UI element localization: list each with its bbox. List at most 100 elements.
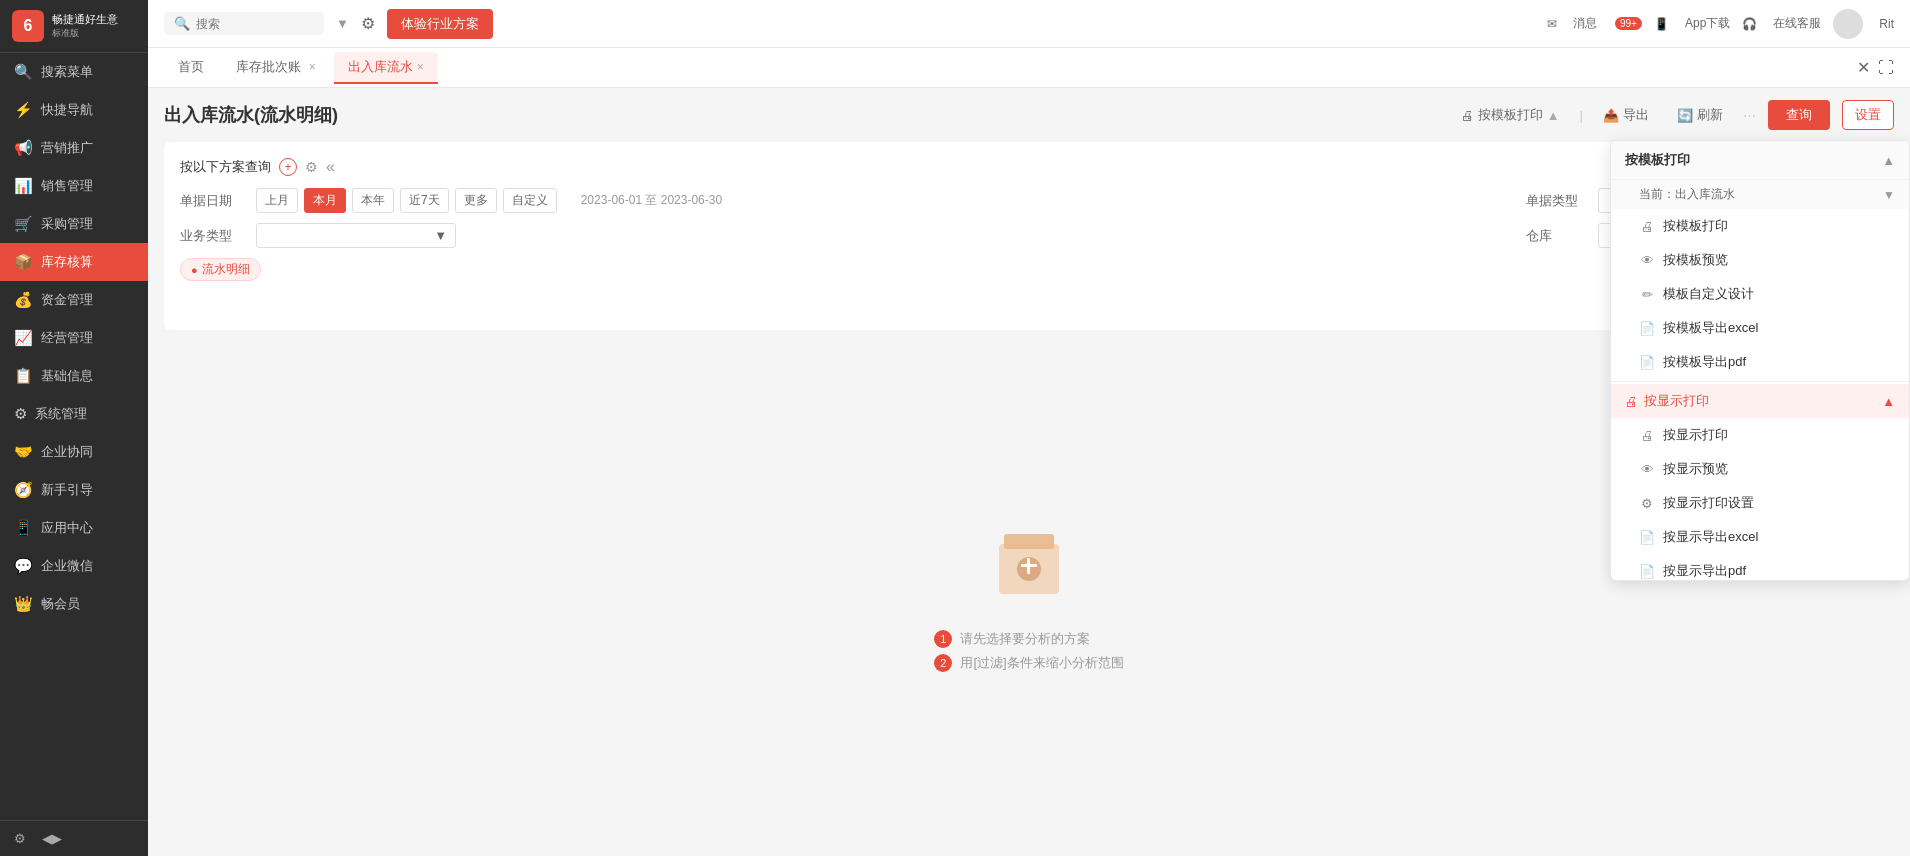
logo-badge: 标准版	[52, 27, 118, 40]
filter-tag[interactable]: ● 流水明细	[180, 258, 261, 281]
headset-icon: 🎧	[1742, 17, 1757, 31]
item-label: 按模板打印	[1663, 217, 1728, 235]
item-label: 按模板预览	[1663, 251, 1728, 269]
sidebar-item-finance[interactable]: 💰 资金管理	[0, 281, 148, 319]
date-btn-more[interactable]: 更多	[455, 188, 497, 213]
operations-icon: 📈	[14, 329, 33, 347]
settings-icon[interactable]: ⚙	[14, 831, 26, 846]
sidebar-item-label: 快捷导航	[41, 101, 93, 119]
tab-batch-account[interactable]: 库存批次账 ×	[222, 50, 330, 86]
preview-icon: 👁	[1639, 252, 1655, 268]
user-area[interactable]: Rit	[1833, 9, 1894, 39]
gear-filter-icon[interactable]: ⚙	[305, 159, 318, 175]
dropdown-item-display-preview[interactable]: 👁 按显示预览	[1611, 452, 1909, 486]
dropdown-item-display-print[interactable]: 🖨 按显示打印	[1611, 418, 1909, 452]
item-label: 按显示打印	[1663, 426, 1728, 444]
refresh-icon: 🔄	[1677, 108, 1693, 123]
add-filter-icon[interactable]: +	[279, 158, 297, 176]
item-label: 按模板导出excel	[1663, 319, 1758, 337]
sidebar-item-label: 采购管理	[41, 215, 93, 233]
search-box[interactable]: 🔍	[164, 12, 324, 35]
tab-inout-flow-close[interactable]: ×	[417, 60, 424, 74]
collapse-sidebar-icon[interactable]: ◀▶	[42, 831, 62, 846]
sidebar: 6 畅捷通好生意 标准版 🔍 搜索菜单 ⚡ 快捷导航 📢 营销推广 📊 销售管理…	[0, 0, 148, 856]
date-btn-custom[interactable]: 自定义	[503, 188, 557, 213]
basic-info-icon: 📋	[14, 367, 33, 385]
tip-num-1: 1	[934, 630, 952, 648]
inventory-icon: 📦	[14, 253, 33, 271]
sidebar-item-label: 搜索菜单	[41, 63, 93, 81]
empty-tips: 1 请先选择要分析的方案 2 用[过滤]条件来缩小分析范围	[934, 630, 1123, 672]
tab-batch-account-close[interactable]: ×	[309, 60, 316, 74]
sidebar-nav: 🔍 搜索菜单 ⚡ 快捷导航 📢 营销推广 📊 销售管理 🛒 采购管理 📦 库存核…	[0, 53, 148, 820]
sidebar-item-label: 销售管理	[41, 177, 93, 195]
collapse-filter-icon[interactable]: «	[326, 158, 335, 176]
pdf-icon2: 📄	[1639, 563, 1655, 579]
export-icon: 📤	[1603, 108, 1619, 123]
search-input[interactable]	[196, 17, 296, 31]
gear-icon[interactable]: ⚙	[361, 14, 375, 33]
sidebar-item-label: 应用中心	[41, 519, 93, 537]
dropdown-item-template-custom[interactable]: ✏ 模板自定义设计	[1611, 277, 1909, 311]
sidebar-item-enterprise[interactable]: 🤝 企业协同	[0, 433, 148, 471]
dropdown-item-display-settings[interactable]: ⚙ 按显示打印设置	[1611, 486, 1909, 520]
tab-inout-flow[interactable]: 出入库流水 ×	[334, 52, 438, 84]
biz-type-select[interactable]: ▼	[256, 223, 456, 248]
preview-icon2: 👁	[1639, 461, 1655, 477]
sidebar-item-purchase[interactable]: 🛒 采购管理	[0, 205, 148, 243]
chevron-up-close-icon[interactable]: ▲	[1882, 153, 1895, 168]
pdf-icon: 📄	[1639, 354, 1655, 370]
close-window-btn[interactable]: ✕	[1857, 60, 1870, 76]
industry-btn[interactable]: 体验行业方案	[387, 9, 493, 39]
finance-icon: 💰	[14, 291, 33, 309]
dropdown-content: 当前：出入库流水 ▼ 🖨 按模板打印 👁 按模板预览 ✏ 模板自定义设计	[1611, 180, 1909, 580]
sidebar-item-sales[interactable]: 📊 销售管理	[0, 167, 148, 205]
dropdown-section-display-print[interactable]: 🖨 按显示打印 ▲	[1611, 384, 1909, 418]
dropdown-item-display-pdf[interactable]: 📄 按显示导出pdf	[1611, 554, 1909, 580]
customer-service-area[interactable]: 🎧 在线客服	[1742, 15, 1821, 32]
sidebar-item-basic-info[interactable]: 📋 基础信息	[0, 357, 148, 395]
sidebar-item-wecom[interactable]: 💬 企业微信	[0, 547, 148, 585]
date-btn-7days[interactable]: 近7天	[400, 188, 449, 213]
sidebar-item-quick-nav[interactable]: ⚡ 快捷导航	[0, 91, 148, 129]
settings-btn[interactable]: 设置	[1842, 100, 1894, 130]
item-label: 按显示导出pdf	[1663, 562, 1746, 580]
tab-home[interactable]: 首页	[164, 50, 218, 86]
refresh-btn[interactable]: 🔄 刷新	[1669, 102, 1731, 128]
topbar: 🔍 ▼ ⚙ 体验行业方案 ✉ 消息 99+ 📱 App下载 🎧 在线客服 Rit	[148, 0, 1910, 48]
sidebar-item-search-menu[interactable]: 🔍 搜索菜单	[0, 53, 148, 91]
date-btn-prev-month[interactable]: 上月	[256, 188, 298, 213]
customer-service-label: 在线客服	[1773, 15, 1821, 32]
query-btn[interactable]: 查询	[1768, 100, 1830, 130]
date-btn-this-month[interactable]: 本月	[304, 188, 346, 213]
dropdown-item-template-preview[interactable]: 👁 按模板预览	[1611, 243, 1909, 277]
biz-type-label: 业务类型	[180, 227, 240, 245]
print-icon: 🖨	[1639, 218, 1655, 234]
sidebar-item-inventory[interactable]: 📦 库存核算	[0, 243, 148, 281]
dropdown-item-display-excel[interactable]: 📄 按显示导出excel	[1611, 520, 1909, 554]
tip-text-2: 用[过滤]条件来缩小分析范围	[960, 654, 1123, 672]
topbar-actions: ✉ 消息 99+ 📱 App下载 🎧 在线客服 Rit	[1547, 9, 1894, 39]
dropdown-item-template-excel[interactable]: 📄 按模板导出excel	[1611, 311, 1909, 345]
sidebar-item-apps[interactable]: 📱 应用中心	[0, 509, 148, 547]
warehouse-label: 仓库	[1526, 227, 1586, 245]
maximize-window-btn[interactable]: ⛶	[1878, 60, 1894, 76]
sidebar-item-operations[interactable]: 📈 经营管理	[0, 319, 148, 357]
sidebar-item-system[interactable]: ⚙ 系统管理	[0, 395, 148, 433]
sidebar-item-guide[interactable]: 🧭 新手引导	[0, 471, 148, 509]
print-template-btn[interactable]: 🖨 按模板打印 ▲	[1453, 102, 1568, 128]
dropdown-arrow-icon[interactable]: ▼	[336, 16, 349, 31]
purchase-icon: 🛒	[14, 215, 33, 233]
export-btn[interactable]: 📤 导出	[1595, 102, 1657, 128]
date-btn-this-year[interactable]: 本年	[352, 188, 394, 213]
dropdown-item-template-pdf[interactable]: 📄 按模板导出pdf	[1611, 345, 1909, 379]
app-download-area[interactable]: 📱 App下载	[1654, 15, 1730, 32]
sidebar-item-member[interactable]: 👑 畅会员	[0, 585, 148, 623]
apps-icon: 📱	[14, 519, 33, 537]
sidebar-item-label: 库存核算	[41, 253, 93, 271]
print-dropdown-panel: 按模板打印 ▲ 当前：出入库流水 ▼ 🖨 按模板打印 👁 按模板预览	[1610, 140, 1910, 581]
message-area[interactable]: ✉ 消息 99+	[1547, 15, 1642, 32]
sidebar-item-marketing[interactable]: 📢 营销推广	[0, 129, 148, 167]
page-toolbar: 🖨 按模板打印 ▲ | 📤 导出 🔄 刷新 ⋯ 查询 设置	[1453, 100, 1894, 130]
dropdown-item-template-print[interactable]: 🖨 按模板打印	[1611, 209, 1909, 243]
